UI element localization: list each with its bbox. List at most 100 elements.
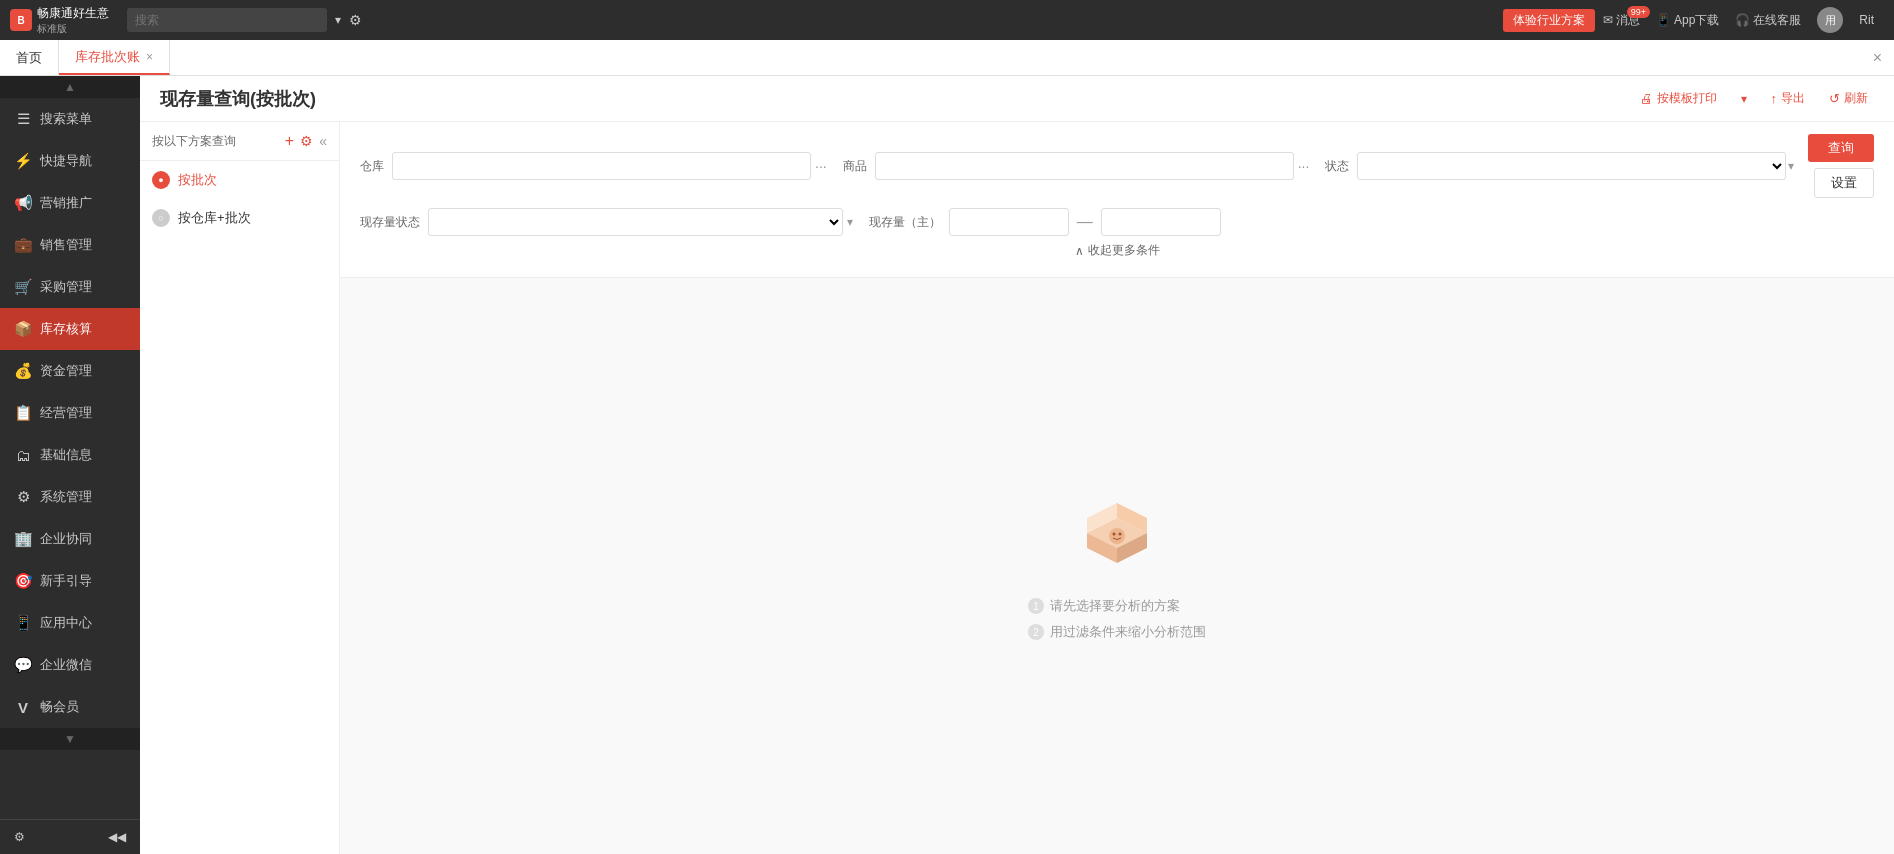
left-panel-header-label: 按以下方案查询	[152, 133, 236, 150]
search-dropdown-icon[interactable]: ▾	[335, 13, 341, 27]
tabbar: 首页 库存批次账 × ×	[0, 40, 1894, 76]
refresh-btn[interactable]: ↺ 刷新	[1823, 86, 1874, 111]
print-dropdown-icon: ▾	[1741, 92, 1747, 106]
topbar-gear-icon[interactable]: ⚙	[349, 12, 362, 28]
warehouse-dots[interactable]: ···	[811, 158, 831, 174]
by-batch-icon: ●	[152, 171, 170, 189]
app-download-action[interactable]: 📱 App下载	[1656, 12, 1719, 29]
status-select[interactable]	[1357, 152, 1786, 180]
app-download-icon: 📱	[1656, 13, 1671, 27]
refresh-icon: ↺	[1829, 91, 1840, 106]
left-panel-add-icon[interactable]: +	[285, 132, 294, 150]
sidebar-item-operations[interactable]: 📋 经营管理	[0, 392, 140, 434]
stock-status-dropdown-icon[interactable]: ▾	[843, 215, 857, 229]
product-filter: 商品 ···	[843, 152, 1314, 180]
sidebar-item-system-label: 系统管理	[40, 488, 92, 506]
inventory-icon: 📦	[14, 320, 32, 338]
sidebar-collapse-icon: ◀◀	[108, 830, 126, 844]
left-panel-collapse-icon[interactable]: «	[319, 133, 327, 149]
left-panel-item-by-batch-label: 按批次	[178, 171, 217, 189]
sidebar-item-purchase[interactable]: 🛒 采购管理	[0, 266, 140, 308]
product-input[interactable]	[875, 152, 1294, 180]
stock-status-select[interactable]: 全部 有库存 无库存	[428, 208, 843, 236]
messages-action[interactable]: ✉ 消息 99+	[1603, 12, 1640, 29]
tab-home[interactable]: 首页	[0, 40, 59, 75]
stock-status-label: 现存量状态	[360, 214, 420, 231]
finance-icon: 💰	[14, 362, 32, 380]
sidebar-item-marketing[interactable]: 📢 营销推广	[0, 182, 140, 224]
left-panel-item-by-warehouse-batch[interactable]: ○ 按仓库+批次	[140, 199, 339, 237]
stock-qty-min-input[interactable]	[949, 208, 1069, 236]
refresh-label: 刷新	[1844, 90, 1868, 107]
sidebar-item-enterprise[interactable]: 🏢 企业协同	[0, 518, 140, 560]
filter-content-layout: 按以下方案查询 + ⚙ « ● 按批次 ○	[140, 122, 1894, 854]
system-icon: ⚙	[14, 488, 32, 506]
left-panel-item-by-warehouse-batch-label: 按仓库+批次	[178, 209, 251, 227]
topbar-search-box[interactable]	[127, 8, 327, 32]
stock-qty-dash: —	[1077, 213, 1093, 231]
print-btn[interactable]: 🖨 按模板打印	[1634, 86, 1723, 111]
query-button[interactable]: 查询	[1808, 134, 1874, 162]
sidebar-item-quick-nav[interactable]: ⚡ 快捷导航	[0, 140, 140, 182]
stock-status-filter: 现存量状态 全部 有库存 无库存 ▾	[360, 208, 857, 236]
warehouse-input-wrap	[392, 152, 811, 180]
experience-btn[interactable]: 体验行业方案	[1503, 9, 1595, 32]
sidebar-item-basics-label: 基础信息	[40, 446, 92, 464]
svg-point-7	[1119, 533, 1122, 536]
export-label: 导出	[1781, 90, 1805, 107]
newbie-icon: 🎯	[14, 572, 32, 590]
print-dropdown-btn[interactable]: ▾	[1735, 88, 1753, 110]
sidebar-item-apps[interactable]: 📱 应用中心	[0, 602, 140, 644]
operations-icon: 📋	[14, 404, 32, 422]
status-more-icon[interactable]: ▾	[1786, 159, 1796, 173]
status-filter: 状态 ▾	[1325, 152, 1796, 180]
search-input[interactable]	[135, 13, 319, 27]
filter-panel: 仓库 ··· 商品 ···	[340, 122, 1894, 278]
product-dots[interactable]: ···	[1294, 158, 1314, 174]
sidebar-scroll-up[interactable]: ▲	[0, 76, 140, 98]
tab-inventory-batch-close[interactable]: ×	[146, 50, 153, 64]
sidebar-item-vip-label: 畅会员	[40, 698, 79, 716]
online-service-action[interactable]: 🎧 在线客服	[1735, 12, 1801, 29]
svg-point-5	[1109, 528, 1125, 544]
user-avatar[interactable]: 用	[1817, 7, 1843, 33]
main-right-content: 仓库 ··· 商品 ···	[340, 122, 1894, 854]
step-1-num: 1	[1028, 598, 1044, 614]
left-panel-item-by-batch[interactable]: ● 按批次	[140, 161, 339, 199]
messages-badge: 99+	[1627, 6, 1650, 18]
sidebar-item-basics[interactable]: 🗂 基础信息	[0, 434, 140, 476]
settings-button[interactable]: 设置	[1814, 168, 1874, 198]
warehouse-filter: 仓库 ···	[360, 152, 831, 180]
panel-close-btn[interactable]: ×	[1861, 49, 1894, 67]
export-btn[interactable]: ↑ 导出	[1765, 86, 1812, 111]
svg-point-6	[1113, 533, 1116, 536]
tab-inventory-batch[interactable]: 库存批次账 ×	[59, 40, 170, 75]
sidebar-item-sales[interactable]: 💼 销售管理	[0, 224, 140, 266]
sidebar-item-finance[interactable]: 💰 资金管理	[0, 350, 140, 392]
sidebar-item-wechat[interactable]: 💬 企业微信	[0, 644, 140, 686]
filter-row-1: 仓库 ··· 商品 ···	[360, 134, 1874, 198]
collapse-filters-btn[interactable]: ∧ 收起更多条件	[360, 236, 1874, 265]
stock-qty-max-input[interactable]	[1101, 208, 1221, 236]
search-menu-icon: ☰	[14, 110, 32, 128]
wechat-icon: 💬	[14, 656, 32, 674]
left-panel-header: 按以下方案查询 + ⚙ «	[140, 122, 339, 161]
empty-state: 1 请先选择要分析的方案 2 用过滤条件来缩小分析范围	[1028, 483, 1206, 649]
sidebar-settings-btn[interactable]: ⚙	[0, 820, 39, 854]
sidebar-item-system[interactable]: ⚙ 系统管理	[0, 476, 140, 518]
sidebar-item-inventory[interactable]: 📦 库存核算	[0, 308, 140, 350]
sidebar-item-newbie[interactable]: 🎯 新手引导	[0, 560, 140, 602]
sidebar-collapse-btn[interactable]: ◀◀	[94, 820, 140, 854]
warehouse-input[interactable]	[392, 152, 811, 180]
content-area: 现存量查询(按批次) 🖨 按模板打印 ▾ ↑ 导出 ↺ 刷新	[140, 76, 1894, 854]
message-icon: ✉	[1603, 13, 1613, 27]
main-layout: ▲ ☰ 搜索菜单 ⚡ 快捷导航 📢 营销推广 💼 销售管理 🛒 采购管理 📦 库…	[0, 76, 1894, 854]
sidebar-scroll-down[interactable]: ▼	[0, 728, 140, 750]
topbar-actions: ✉ 消息 99+ 📱 App下载 🎧 在线客服 用 Rit	[1603, 7, 1874, 33]
print-label: 按模板打印	[1657, 90, 1717, 107]
sidebar-item-vip[interactable]: V 畅会员	[0, 686, 140, 728]
step-1-text: 请先选择要分析的方案	[1050, 597, 1180, 615]
app-logo: B 畅康通好生意 标准版	[10, 5, 109, 36]
sidebar-item-search-menu[interactable]: ☰ 搜索菜单	[0, 98, 140, 140]
left-panel-settings-icon[interactable]: ⚙	[300, 133, 313, 149]
